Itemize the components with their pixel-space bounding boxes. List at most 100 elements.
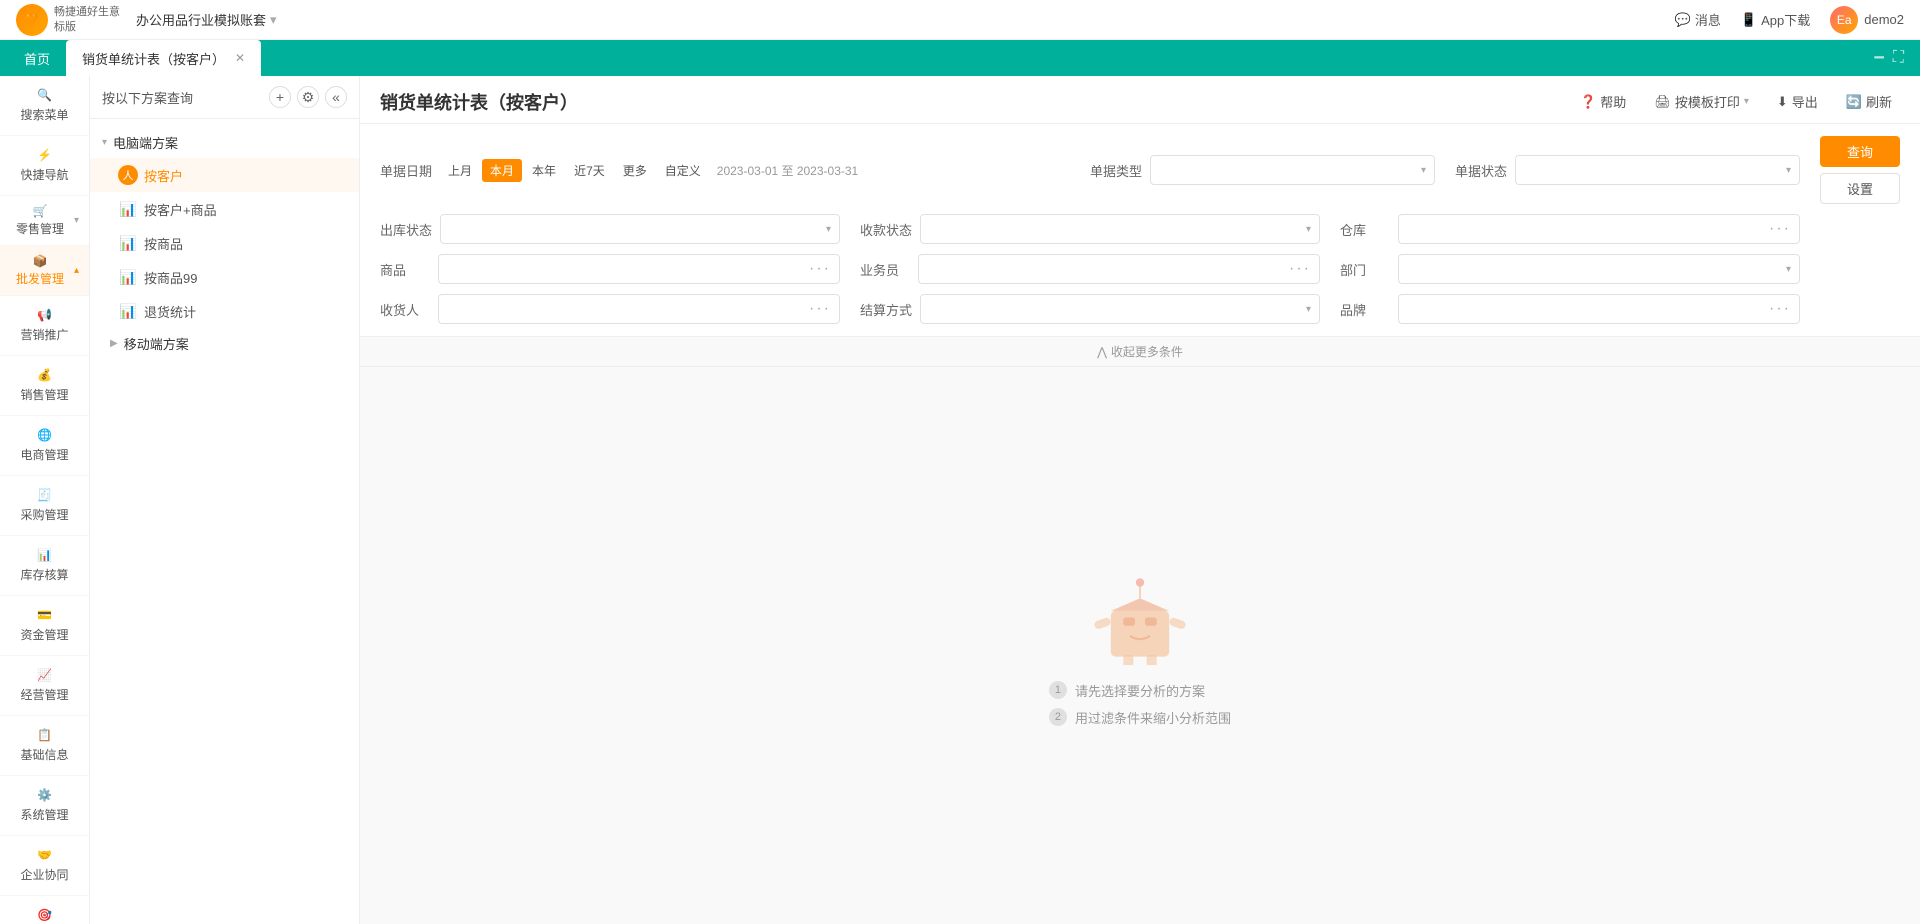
tree-item-goods-99[interactable]: 📊 按商品99 [90, 260, 359, 294]
tree-item-return-stat[interactable]: 📊 退货统计 [90, 294, 359, 328]
wholesale-icon: 📦 [33, 254, 48, 268]
export-btn[interactable]: ⬇ 导出 [1769, 88, 1826, 115]
sidebar-item-operation[interactable]: 📈 经营管理 [0, 656, 89, 716]
sidebar-item-inventory[interactable]: 📊 库存核算 [0, 536, 89, 596]
filter-receiver-item: 收货人 ··· [380, 294, 840, 324]
breadcrumb-arrow-icon[interactable]: ▾ [270, 12, 277, 28]
ecom-icon: 🌐 [37, 428, 52, 442]
query-button[interactable]: 查询 [1820, 136, 1900, 167]
pay-status-select[interactable]: ▾ [920, 214, 1320, 244]
scheme-tree: ▾ 电脑端方案 人 按客户 📊 按客户+商品 📊 按商品 [90, 119, 359, 924]
tab-home[interactable]: 首页 [8, 40, 66, 76]
main-content: 销货单统计表（按客户） ❓ 帮助 🖨 按模板打印 ▾ ⬇ 导出 [360, 76, 1920, 924]
dept-select[interactable]: ▾ [1398, 254, 1800, 284]
tree-item-by-customer[interactable]: 人 按客户 [90, 158, 359, 192]
mobile-group: ▶ 移动端方案 [90, 328, 359, 359]
app-download-btn[interactable]: 📱 App下载 [1741, 10, 1810, 29]
setting-button[interactable]: 设置 [1820, 173, 1900, 204]
collapse-bar[interactable]: ⋀ 收起更多条件 [360, 337, 1920, 367]
pay-status-arrow-icon: ▾ [1306, 224, 1311, 235]
date-tab-custom[interactable]: 自定义 [657, 159, 709, 182]
sidebar-item-marketing[interactable]: 📢 营销推广 [0, 296, 89, 356]
sidebar-item-basic-info[interactable]: 📋 基础信息 [0, 716, 89, 776]
date-label: 单据日期 [380, 161, 432, 180]
filter-dept-item: 部门 ▾ [1340, 254, 1800, 284]
out-status-select[interactable]: ▾ [440, 214, 840, 244]
settlement-arrow-icon: ▾ [1306, 304, 1311, 315]
sidebar-item-quick-nav[interactable]: ⚡ 快捷导航 [0, 136, 89, 196]
purchase-icon: 🧾 [37, 488, 52, 502]
window-minimize-icon[interactable]: 🗕 [1873, 45, 1884, 72]
doc-type-select[interactable]: ▾ [1150, 155, 1435, 185]
desktop-group-header[interactable]: ▾ 电脑端方案 [90, 127, 359, 158]
receiver-select[interactable]: ··· [438, 294, 840, 324]
warehouse-label: 仓库 [1340, 220, 1390, 239]
logo-area: 🧡 畅捷通好生意 标版 [16, 4, 120, 36]
logo-text: 畅捷通好生意 标版 [54, 5, 120, 34]
dept-label: 部门 [1340, 260, 1390, 279]
sidebar: 🔍 搜索菜单 ⚡ 快捷导航 🛒 零售管理 ▾ 📦 批发管理 ▴ 📢 营销推广 [0, 76, 90, 924]
print-btn[interactable]: 🖨 按模板打印 ▾ [1646, 88, 1757, 115]
filter-row-3: 商品 ··· 业务员 ··· 部门 [380, 254, 1900, 284]
doc-status-label: 单据状态 [1455, 161, 1507, 180]
date-control: 上月 本月 本年 近7天 更多 自定义 2023-03-01 至 2023-03… [440, 159, 1070, 182]
sidebar-item-enterprise[interactable]: 🤝 企业协同 [0, 836, 89, 896]
mobile-group-header[interactable]: ▶ 移动端方案 [90, 328, 359, 359]
scheme-settings-btn[interactable]: ⚙ [297, 86, 319, 108]
scheme-add-btn[interactable]: + [269, 86, 291, 108]
sidebar-item-sys[interactable]: ⚙️ 系统管理 [0, 776, 89, 836]
desktop-group: ▾ 电脑端方案 人 按客户 📊 按客户+商品 📊 按商品 [90, 127, 359, 328]
retail-icon: 🛒 [33, 204, 48, 218]
tab-sales-stat[interactable]: 销货单统计表（按客户） ✕ [66, 40, 261, 76]
sidebar-item-wholesale[interactable]: 📦 批发管理 ▴ [0, 246, 89, 296]
refresh-icon: 🔄 [1846, 94, 1862, 110]
window-maximize-icon[interactable]: ⛶ [1893, 49, 1904, 67]
quick-nav-icon: ⚡ [37, 148, 52, 162]
sidebar-item-retail[interactable]: 🛒 零售管理 ▾ [0, 196, 89, 246]
doc-type-label: 单据类型 [1090, 161, 1142, 180]
sidebar-item-search-menu[interactable]: 🔍 搜索菜单 [0, 76, 89, 136]
page-header-actions: ❓ 帮助 🖨 按模板打印 ▾ ⬇ 导出 🔄 刷新 [1572, 88, 1900, 115]
goods-icon: 📊 [118, 233, 138, 253]
help-icon: ❓ [1580, 94, 1596, 110]
date-tab-more[interactable]: 更多 [615, 159, 655, 182]
brand-select[interactable]: ··· [1398, 294, 1800, 324]
user-area[interactable]: Ea demo2 [1830, 6, 1904, 34]
warehouse-select[interactable]: ··· [1398, 214, 1800, 244]
scheme-panel: 按以下方案查询 + ⚙ « ▾ 电脑端方案 人 按客户 [90, 76, 360, 924]
goods-select[interactable]: ··· [438, 254, 840, 284]
sales-icon: 💰 [37, 368, 52, 382]
brand-dots-icon: ··· [1769, 300, 1791, 318]
sidebar-item-purchase[interactable]: 🧾 采购管理 [0, 476, 89, 536]
refresh-btn[interactable]: 🔄 刷新 [1838, 88, 1900, 115]
settlement-select[interactable]: ▾ [920, 294, 1320, 324]
mobile-group-arrow-icon: ▶ [110, 338, 118, 349]
doc-status-select[interactable]: ▾ [1515, 155, 1800, 185]
date-tab-last-month[interactable]: 上月 [440, 159, 480, 182]
tab-close-icon[interactable]: ✕ [235, 51, 245, 65]
date-tab-this-year[interactable]: 本年 [524, 159, 564, 182]
scheme-collapse-btn[interactable]: « [325, 86, 347, 108]
date-tab-this-month[interactable]: 本月 [482, 159, 522, 182]
header-left: 🧡 畅捷通好生意 标版 办公用品行业模拟账套 ▾ [16, 4, 277, 36]
settlement-label: 结算方式 [860, 300, 912, 319]
sidebar-item-ecom[interactable]: 🌐 电商管理 [0, 416, 89, 476]
tip-num-2: 2 [1049, 708, 1067, 726]
filter-doc-type-item: 单据类型 ▾ [1090, 155, 1435, 185]
wholesale-arrow-icon: ▴ [74, 265, 79, 276]
date-tab-7days[interactable]: 近7天 [566, 159, 613, 182]
salesman-label: 业务员 [860, 260, 910, 279]
print-icon: 🖨 [1654, 94, 1671, 110]
sidebar-item-finance[interactable]: 💳 资金管理 [0, 596, 89, 656]
message-btn[interactable]: 💬 消息 [1675, 10, 1721, 29]
help-btn[interactable]: ❓ 帮助 [1572, 88, 1634, 115]
app-logo: 🧡 [16, 4, 48, 36]
page-header: 销货单统计表（按客户） ❓ 帮助 🖨 按模板打印 ▾ ⬇ 导出 [360, 76, 1920, 124]
sidebar-item-newbie[interactable]: 🎯 新手引导 [0, 896, 89, 924]
empty-tips: 1 请先选择要分析的方案 2 用过滤条件来缩小分析范围 [1049, 681, 1231, 727]
sidebar-item-sales[interactable]: 💰 销售管理 [0, 356, 89, 416]
tree-item-customer-goods[interactable]: 📊 按客户+商品 [90, 192, 359, 226]
salesman-select[interactable]: ··· [918, 254, 1320, 284]
out-status-arrow-icon: ▾ [826, 224, 831, 235]
tree-item-by-goods[interactable]: 📊 按商品 [90, 226, 359, 260]
